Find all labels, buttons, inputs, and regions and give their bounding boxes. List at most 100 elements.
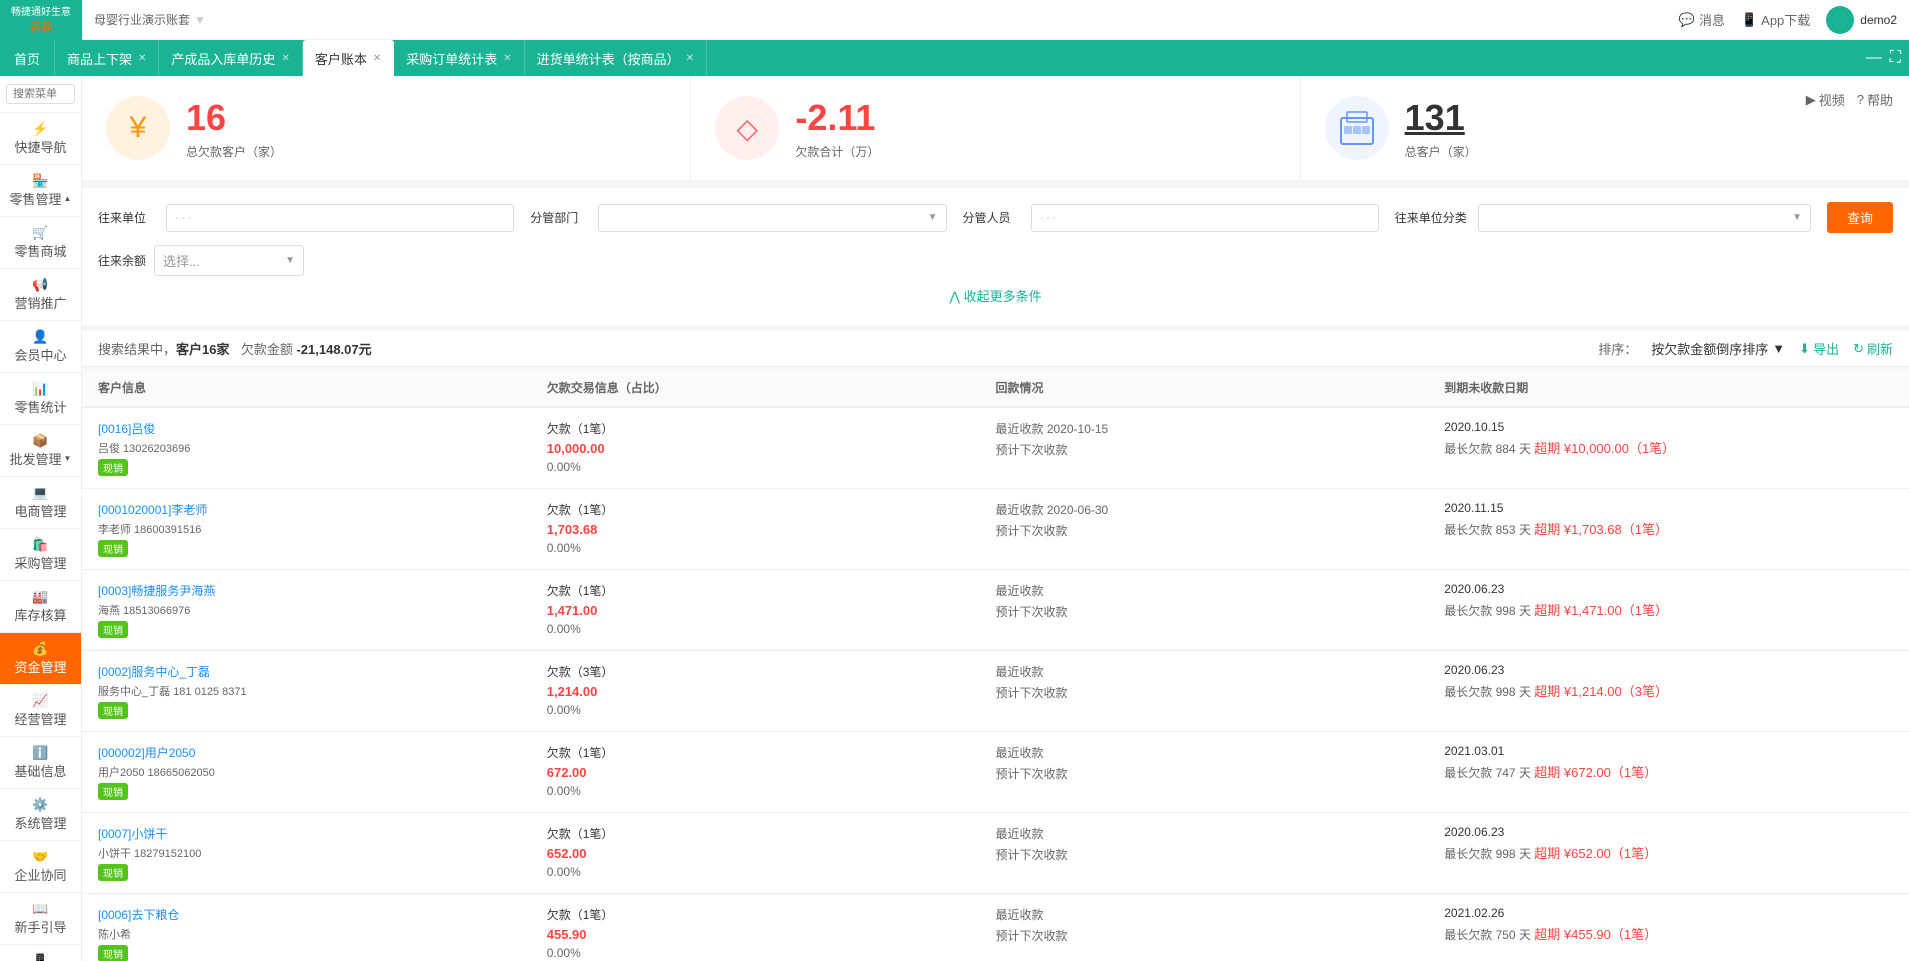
unit-category-select[interactable]: ▼ — [1478, 204, 1811, 232]
marketing-icon: 📢 — [4, 277, 77, 293]
overdue-link[interactable]: 超期 ¥672.00（1笔） — [1534, 765, 1657, 780]
customer-name[interactable]: [0006]去下粮仓 — [98, 906, 547, 923]
debt-amount[interactable]: 652.00 — [547, 846, 996, 861]
video-btn[interactable]: ▶ 视频 — [1806, 90, 1845, 109]
debt-count: 欠款（1笔） — [547, 744, 996, 761]
download-btn[interactable]: 📱 App下载 — [1741, 10, 1810, 29]
overdue-link[interactable]: 超期 ¥1,703.68（1笔） — [1534, 522, 1668, 537]
sidebar-search-input[interactable] — [6, 84, 75, 104]
sidebar-item-basic-info[interactable]: ℹ️ 基础信息 — [0, 737, 81, 789]
close-tab-2[interactable]: ✕ — [281, 53, 289, 64]
customer-contact: 小饼干 18279152100 — [98, 845, 547, 861]
table-row: [0002]服务中心_丁磊 服务中心_丁磊 181 0125 8371 现销 欠… — [82, 651, 1909, 732]
sidebar-item-enterprise[interactable]: 🤝 企业协同 — [0, 841, 81, 893]
debt-amount[interactable]: 1,471.00 — [547, 603, 996, 618]
sidebar-item-inventory[interactable]: 🏭 库存核算 — [0, 581, 81, 633]
overdue-link[interactable]: 超期 ¥10,000.00（1笔） — [1534, 441, 1675, 456]
sidebar-item-retail-store[interactable]: 🛒 零售商城 — [0, 217, 81, 269]
stat-value-total-customers[interactable]: 131 — [1405, 97, 1477, 139]
batch-mgmt-label: 批发管理 — [10, 449, 62, 468]
search-button[interactable]: 查询 — [1827, 202, 1893, 233]
operations-icon: 📈 — [4, 693, 77, 709]
filter-dept: 分管部门 ▼ — [530, 204, 946, 232]
collapse-btn[interactable]: ⋀ 收起更多条件 — [98, 280, 1893, 311]
overdue-link[interactable]: 超期 ¥1,214.00（3笔） — [1534, 684, 1668, 699]
customer-name[interactable]: [0016]吕俊 — [98, 420, 547, 437]
tab-purchase-stats[interactable]: 进货单统计表（按商品） ✕ — [525, 40, 707, 76]
guide-icon: 📖 — [4, 901, 77, 917]
user-menu[interactable]: demo2 — [1826, 6, 1897, 34]
inventory-label: 库存核算 — [4, 605, 77, 624]
tab-home[interactable]: 首页 — [0, 40, 55, 76]
export-icon: ⬇ — [1799, 341, 1810, 357]
content-area: ¥ 16 总欠款客户（家） ◇ -2.11 欠款合计（万） — [82, 76, 1909, 961]
minimize-btn[interactable]: — — [1866, 49, 1882, 67]
sort-select[interactable]: 按欠款金额倒序排序 ▼ — [1651, 339, 1785, 358]
message-btn[interactable]: 💬 消息 — [1679, 10, 1725, 29]
balance-select[interactable]: 选择... ▼ — [154, 245, 304, 276]
sidebar-item-marketing[interactable]: 📢 营销推广 — [0, 269, 81, 321]
logo-text: 畅捷通好生意 — [11, 6, 71, 19]
filter-section: 往来单位 ··· 分管部门 ▼ 分管人员 ··· — [82, 188, 1909, 325]
sidebar-item-member[interactable]: 👤 会员中心 — [0, 321, 81, 373]
sidebar-item-retail-mgmt[interactable]: 🏪 零售管理 ▲ — [0, 165, 81, 217]
stat-card-debt-amount: ◇ -2.11 欠款合计（万） — [691, 76, 1300, 180]
sidebar-item-batch-mgmt[interactable]: 📦 批发管理 ▼ — [0, 425, 81, 477]
debt-amount[interactable]: 10,000.00 — [547, 441, 996, 456]
basic-info-icon: ℹ️ — [4, 745, 77, 761]
maximize-btn[interactable]: ⛶ — [1890, 49, 1901, 67]
sidebar-item-system[interactable]: ⚙️ 系统管理 — [0, 789, 81, 841]
close-tab-5[interactable]: ✕ — [686, 53, 694, 64]
customer-name[interactable]: [0003]畅捷服务尹海燕 — [98, 582, 547, 599]
sidebar-item-operations[interactable]: 📈 经营管理 — [0, 685, 81, 737]
export-btn[interactable]: ⬇ 导出 — [1799, 339, 1839, 358]
next-collection: 预计下次收款 — [996, 441, 1445, 458]
refresh-btn[interactable]: ↻ 刷新 — [1853, 339, 1893, 358]
sidebar-item-quick-nav[interactable]: ⚡ 快捷导航 — [0, 113, 81, 165]
enterprise-icon: 🤝 — [4, 849, 77, 865]
due-date: 2021.03.01 — [1444, 744, 1893, 758]
due-date: 2021.02.26 — [1444, 906, 1893, 920]
close-tab-3[interactable]: ✕ — [373, 53, 381, 64]
sidebar-item-finance[interactable]: 💰 资金管理 — [0, 633, 81, 685]
sidebar-item-app-center[interactable]: 📱 应用中心 — [0, 945, 81, 961]
sidebar-item-retail-stats[interactable]: 📊 零售统计 — [0, 373, 81, 425]
customer-name[interactable]: [0007]小饼干 — [98, 825, 547, 842]
overdue-link[interactable]: 超期 ¥1,471.00（1笔） — [1534, 603, 1668, 618]
debt-amount[interactable]: 1,703.68 — [547, 522, 996, 537]
customer-name[interactable]: [0002]服务中心_丁磊 — [98, 663, 547, 680]
overdue-link[interactable]: 超期 ¥652.00（1笔） — [1534, 846, 1657, 861]
inventory-icon: 🏭 — [4, 589, 77, 605]
debt-amount[interactable]: 672.00 — [547, 765, 996, 780]
customer-name[interactable]: [0001020001]李老师 — [98, 501, 547, 518]
industry-selector[interactable]: 母婴行业演示账套 — [94, 11, 190, 28]
dept-select[interactable]: ▼ — [598, 204, 946, 232]
download-icon: 📱 — [1741, 12, 1757, 28]
username: demo2 — [1860, 13, 1897, 27]
tab-product-history[interactable]: 产成品入库单历史 ✕ — [159, 40, 302, 76]
tab-purchase-order[interactable]: 采购订单统计表 ✕ — [394, 40, 524, 76]
help-icon: ? — [1857, 92, 1864, 107]
customer-name[interactable]: [000002]用户2050 — [98, 744, 547, 761]
help-btn[interactable]: ? 帮助 — [1857, 90, 1893, 109]
message-icon: 💬 — [1679, 12, 1695, 28]
debt-info-cell: 欠款（3笔） 1,214.00 0.00% — [547, 663, 996, 717]
due-date-cell: 2020.06.23 最长欠款 998 天 超期 ¥1,471.00（1笔） — [1444, 582, 1893, 619]
debt-amount[interactable]: 1,214.00 — [547, 684, 996, 699]
from-unit-input[interactable]: ··· — [166, 204, 514, 232]
next-collection: 预计下次收款 — [996, 765, 1445, 782]
debt-amount[interactable]: 455.90 — [547, 927, 996, 942]
sidebar-item-ecommerce[interactable]: 💻 电商管理 — [0, 477, 81, 529]
sidebar-item-guide[interactable]: 📖 新手引导 — [0, 893, 81, 945]
person-input[interactable]: ··· — [1031, 204, 1379, 232]
col-header-customer: 客户信息 — [98, 379, 547, 396]
customer-tag: 现销 — [98, 621, 128, 638]
close-tab-4[interactable]: ✕ — [503, 53, 511, 64]
person-label: 分管人员 — [963, 209, 1023, 226]
tab-customer-account[interactable]: 客户账本 ✕ — [303, 40, 394, 76]
close-tab-1[interactable]: ✕ — [138, 53, 146, 64]
tab-products-offline[interactable]: 商品上下架 ✕ — [55, 40, 159, 76]
customer-info-cell: [0001020001]李老师 李老师 18600391516 现销 — [98, 501, 547, 557]
sidebar-item-purchase[interactable]: 🛍️ 采购管理 — [0, 529, 81, 581]
overdue-link[interactable]: 超期 ¥455.90（1笔） — [1534, 927, 1657, 942]
